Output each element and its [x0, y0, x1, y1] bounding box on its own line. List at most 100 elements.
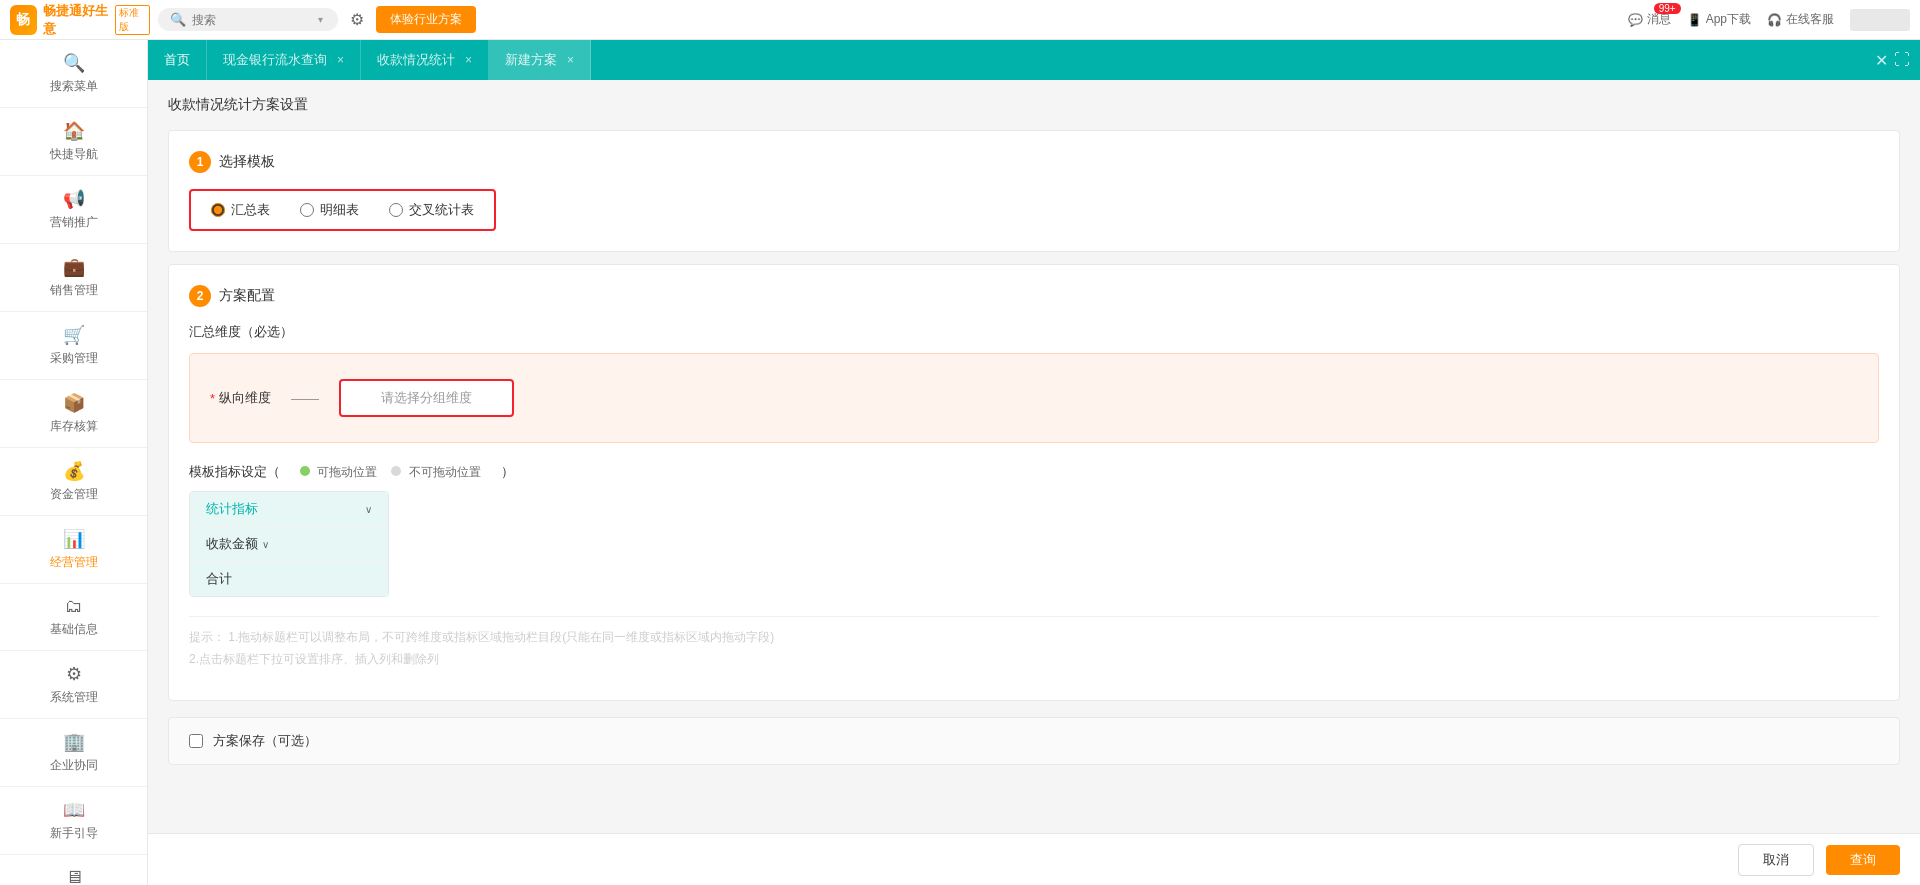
tab-cashflow-close[interactable]: × [337, 53, 344, 67]
marketing-icon: 📢 [63, 188, 85, 210]
sidebar-item-label: 系统管理 [50, 689, 98, 706]
step2-title: 方案配置 [219, 287, 275, 305]
metrics-table: 统计指标 ∨ 收款金额 ∨ 合计 [189, 491, 389, 597]
download-icon: 📱 [1687, 13, 1702, 27]
tab-cashflow[interactable]: 现金银行流水查询 × [207, 40, 361, 80]
radio-detail[interactable]: 明细表 [300, 201, 359, 219]
trial-button[interactable]: 体验行业方案 [376, 6, 476, 33]
brand-name: 畅捷通好生意 [43, 2, 112, 38]
step1-header: 1 选择模板 [189, 151, 1879, 173]
radio-detail-label: 明细表 [320, 201, 359, 219]
radio-summary-label: 汇总表 [231, 201, 270, 219]
metrics-dropdown-caret[interactable]: ∨ [365, 504, 372, 515]
metrics-section: 模板指标设定（ 可拖动位置 不可拖动位置 ） [189, 463, 1879, 600]
download-btn[interactable]: 📱 App下载 [1687, 11, 1751, 28]
metrics-legend: 可拖动位置 不可拖动位置 [300, 464, 481, 481]
sidebar-item-quicknav[interactable]: 🏠 快捷导航 [0, 108, 147, 176]
step2-card: 2 方案配置 汇总维度（必选） * 纵向维度 —— 请选择分组维度 [168, 264, 1900, 701]
search-dropdown-arrow[interactable]: ▾ [318, 14, 323, 25]
sidebar-item-system[interactable]: ⚙ 系统管理 [0, 651, 147, 719]
fixed-dot [391, 466, 401, 476]
message-btn[interactable]: 💬 消息 99+ [1628, 11, 1671, 28]
brand-area: 畅 畅捷通好生意 标准版 [10, 5, 150, 35]
sidebar-item-search[interactable]: 🔍 搜索菜单 [0, 40, 147, 108]
main-layout: 🔍 搜索菜单 🏠 快捷导航 📢 营销推广 💼 销售管理 🛒 采购管理 📦 库存核… [0, 40, 1920, 885]
metrics-row-payment[interactable]: 收款金额 ∨ [190, 526, 388, 561]
message-badge: 99+ [1654, 3, 1681, 14]
metrics-row-total: 合计 [190, 561, 388, 596]
brand-tag: 标准版 [115, 5, 150, 35]
support-btn[interactable]: 🎧 在线客服 [1767, 11, 1834, 28]
sidebar-item-label: 企业协同 [50, 757, 98, 774]
step2-header: 2 方案配置 [189, 285, 1879, 307]
tip-2: 2.点击标题栏下拉可设置排序、插入列和删除列 [189, 649, 1879, 671]
tab-payment-stats[interactable]: 收款情况统计 × [361, 40, 489, 80]
radio-cross[interactable]: 交叉统计表 [389, 201, 474, 219]
tab-cashflow-label: 现金银行流水查询 [223, 51, 327, 69]
sidebar-item-purchase[interactable]: 🛒 采购管理 [0, 312, 147, 380]
tab-new-plan-close[interactable]: × [567, 53, 574, 67]
metrics-title-text: 模板指标设定（ [189, 463, 280, 481]
tips-section: 提示： 1.拖动标题栏可以调整布局，不可跨维度或指标区域拖动栏目段(只能在同一维… [189, 616, 1879, 680]
sidebar-item-hardware[interactable]: 🖥 智能硬件 [0, 855, 147, 885]
footer-bar: 取消 查询 [148, 833, 1920, 885]
gear-icon[interactable]: ⚙ [346, 6, 368, 33]
sidebar-item-basicinfo[interactable]: 🗂 基础信息 [0, 584, 147, 651]
query-button[interactable]: 查询 [1826, 845, 1900, 875]
metrics-table-header[interactable]: 统计指标 ∨ [190, 492, 388, 526]
metrics-header: 模板指标设定（ 可拖动位置 不可拖动位置 ） [189, 463, 1879, 481]
sidebar-item-guide[interactable]: 📖 新手引导 [0, 787, 147, 855]
radio-summary[interactable]: 汇总表 [211, 201, 270, 219]
sidebar-item-finance[interactable]: 💰 资金管理 [0, 448, 147, 516]
tab-home[interactable]: 首页 [148, 40, 207, 80]
sidebar-item-marketing[interactable]: 📢 营销推广 [0, 176, 147, 244]
tab-new-plan[interactable]: 新建方案 × [489, 40, 591, 80]
sidebar-item-enterprise[interactable]: 🏢 企业协同 [0, 719, 147, 787]
hardware-icon: 🖥 [65, 867, 83, 885]
search-input[interactable] [192, 13, 312, 27]
required-star: * [210, 391, 215, 406]
payment-dropdown-caret[interactable]: ∨ [262, 539, 269, 550]
content-area: 首页 现金银行流水查询 × 收款情况统计 × 新建方案 × ✕ ⛶ 收款情况统计… [148, 40, 1920, 885]
sidebar-item-label: 库存核算 [50, 418, 98, 435]
page-title: 收款情况统计方案设置 [168, 96, 1900, 114]
step2-number: 2 [189, 285, 211, 307]
tab-expand-icon[interactable]: ⛶ [1894, 51, 1910, 69]
sidebar-item-label: 采购管理 [50, 350, 98, 367]
draggable-legend-item: 可拖动位置 [300, 464, 377, 481]
search-menu-icon: 🔍 [63, 52, 85, 74]
sidebar-item-sales[interactable]: 💼 销售管理 [0, 244, 147, 312]
sidebar-item-label: 资金管理 [50, 486, 98, 503]
sidebar-item-inventory[interactable]: 📦 库存核算 [0, 380, 147, 448]
dimension-area: * 纵向维度 —— 请选择分组维度 [189, 353, 1879, 443]
tip-1: 提示： 1.拖动标题栏可以调整布局，不可跨维度或指标区域拖动栏目段(只能在同一维… [189, 627, 1879, 649]
step1-number: 1 [189, 151, 211, 173]
cancel-button[interactable]: 取消 [1738, 844, 1814, 876]
save-label: 方案保存（可选） [213, 732, 317, 750]
download-label: App下载 [1706, 11, 1751, 28]
save-checkbox[interactable] [189, 734, 203, 748]
purchase-icon: 🛒 [63, 324, 85, 346]
top-bar-left: 畅 畅捷通好生意 标准版 🔍 ▾ ⚙ 体验行业方案 [10, 5, 476, 35]
tab-payment-stats-close[interactable]: × [465, 53, 472, 67]
sidebar-item-label: 经营管理 [50, 554, 98, 571]
tab-payment-stats-label: 收款情况统计 [377, 51, 455, 69]
tab-new-plan-label: 新建方案 [505, 51, 557, 69]
radio-detail-input[interactable] [300, 203, 314, 217]
tab-close-all-icon[interactable]: ✕ [1875, 51, 1888, 70]
sales-icon: 💼 [63, 256, 85, 278]
sidebar-item-operations[interactable]: 📊 经营管理 [0, 516, 147, 584]
dim-select-box[interactable]: 请选择分组维度 [339, 379, 514, 417]
top-search-bar[interactable]: 🔍 ▾ [158, 8, 338, 31]
dim-required-label: * 纵向维度 [210, 389, 271, 407]
sidebar-item-label: 营销推广 [50, 214, 98, 231]
finance-icon: 💰 [63, 460, 85, 482]
tab-home-label: 首页 [164, 51, 190, 69]
user-avatar[interactable] [1850, 9, 1910, 31]
tab-bar-actions: ✕ ⛶ [1865, 40, 1920, 80]
radio-cross-input[interactable] [389, 203, 403, 217]
operations-icon: 📊 [63, 528, 85, 550]
radio-summary-input[interactable] [211, 203, 225, 217]
dim-arrow: —— [291, 390, 319, 406]
search-icon: 🔍 [170, 12, 186, 27]
